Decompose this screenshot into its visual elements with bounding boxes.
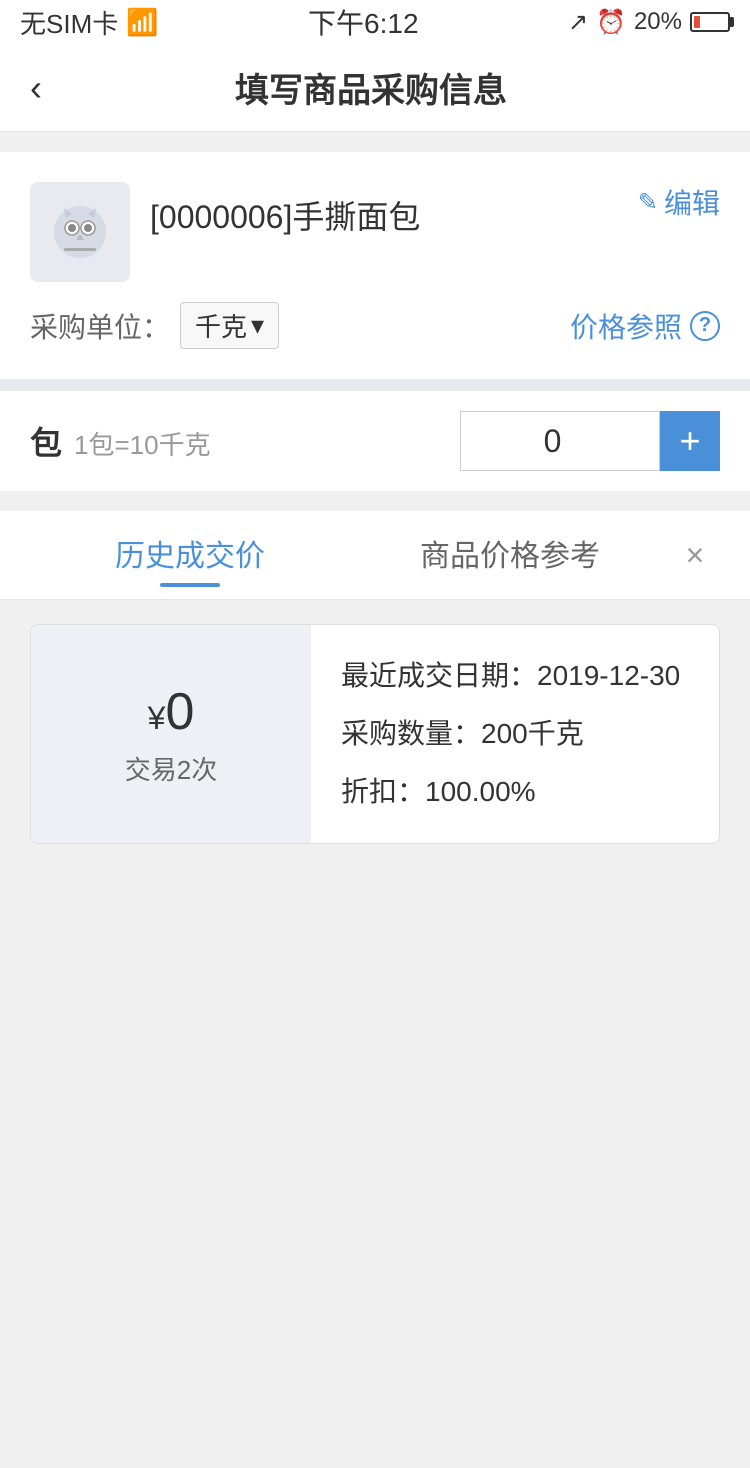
price-detail-right: 最近成交日期：2019-12-30 采购数量：200千克 折扣：100.00% <box>311 625 719 843</box>
status-bar: 无SIM卡 📶 下午6:12 ↗ ⏰ 20% <box>0 0 750 44</box>
product-name: [0000006]手撕面包 <box>150 182 420 238</box>
back-button[interactable]: ‹ <box>30 67 62 109</box>
quantity-row: 包 1包=10千克 + <box>0 391 750 491</box>
quantity-unit-name: 包 <box>30 418 62 464</box>
product-image <box>30 182 130 282</box>
product-card: [0000006]手撕面包 ✎ 编辑 采购单位： 千克 ▾ 价格参照 ? <box>0 152 750 379</box>
trade-count-label: 交易2次 <box>125 750 217 787</box>
quantity-plus-button[interactable]: + <box>660 411 720 471</box>
unit-value: 千克 <box>195 307 247 344</box>
discount-label: 折扣： <box>341 776 425 807</box>
time-display: 下午6:12 <box>308 2 419 42</box>
product-bottom: 采购单位： 千克 ▾ 价格参照 ? <box>30 302 720 349</box>
product-title: 手撕面包 <box>292 199 420 235</box>
section-separator <box>0 379 750 391</box>
battery-icon <box>690 12 730 32</box>
price-ref-label: 价格参照 <box>570 306 682 346</box>
unit-select-dropdown[interactable]: 千克 ▾ <box>180 302 279 349</box>
quantity-input[interactable] <box>460 411 660 471</box>
status-right: ↗ ⏰ 20% <box>568 8 730 37</box>
tabs-bar: 历史成交价 商品价格参考 × <box>0 511 750 600</box>
status-left: 无SIM卡 📶 <box>20 4 159 41</box>
unit-label: 采购单位： <box>30 306 170 346</box>
dropdown-arrow-icon: ▾ <box>251 310 264 341</box>
battery-percent: 20% <box>634 8 682 36</box>
unit-row: 采购单位： 千克 ▾ <box>30 302 279 349</box>
tab-history-price[interactable]: 历史成交价 <box>30 511 350 599</box>
date-value: 2019-12-30 <box>537 660 680 691</box>
discount-row: 折扣：100.00% <box>341 771 689 813</box>
tab-active-indicator <box>160 583 220 587</box>
product-logo-icon <box>50 202 110 262</box>
quantity-conversion-note: 1包=10千克 <box>74 425 211 462</box>
price-reference-button[interactable]: 价格参照 ? <box>570 306 720 346</box>
page-rest-area <box>0 868 750 1468</box>
currency-symbol: ¥ <box>148 700 166 736</box>
qty-value: 200千克 <box>481 718 584 749</box>
last-transaction-date-row: 最近成交日期：2019-12-30 <box>341 655 689 697</box>
quantity-label: 包 1包=10千克 <box>30 418 211 464</box>
signal-text: 无SIM卡 <box>20 4 118 41</box>
product-left: [0000006]手撕面包 <box>30 182 420 282</box>
edit-icon: ✎ <box>638 188 658 217</box>
edit-label: 编辑 <box>664 182 720 222</box>
purchase-qty-row: 采购数量：200千克 <box>341 713 689 755</box>
product-top: [0000006]手撕面包 ✎ 编辑 <box>30 182 720 282</box>
nav-bar: ‹ 填写商品采购信息 <box>0 44 750 132</box>
help-icon: ? <box>690 311 720 341</box>
price-info-card: ¥0 交易2次 最近成交日期：2019-12-30 采购数量：200千克 折扣：… <box>30 624 720 844</box>
date-label: 最近成交日期： <box>341 660 537 691</box>
close-panel-button[interactable]: × <box>670 530 720 580</box>
wifi-icon: 📶 <box>126 7 158 38</box>
tab-product-price-ref[interactable]: 商品价格参考 <box>350 511 670 599</box>
price-summary-left: ¥0 交易2次 <box>31 625 311 843</box>
tab-history-label: 历史成交价 <box>115 531 265 575</box>
price-amount-display: ¥0 <box>148 682 195 742</box>
product-id: [0000006] <box>150 199 292 235</box>
edit-button[interactable]: ✎ 编辑 <box>638 182 720 222</box>
quantity-control: + <box>460 411 720 471</box>
tab-product-label: 商品价格参考 <box>420 531 600 575</box>
price-value: 0 <box>165 683 194 741</box>
page-title: 填写商品采购信息 <box>62 63 680 112</box>
qty-label: 采购数量： <box>341 718 481 749</box>
discount-value: 100.00% <box>425 776 536 807</box>
location-icon: ↗ <box>568 8 588 37</box>
alarm-icon: ⏰ <box>596 8 626 37</box>
